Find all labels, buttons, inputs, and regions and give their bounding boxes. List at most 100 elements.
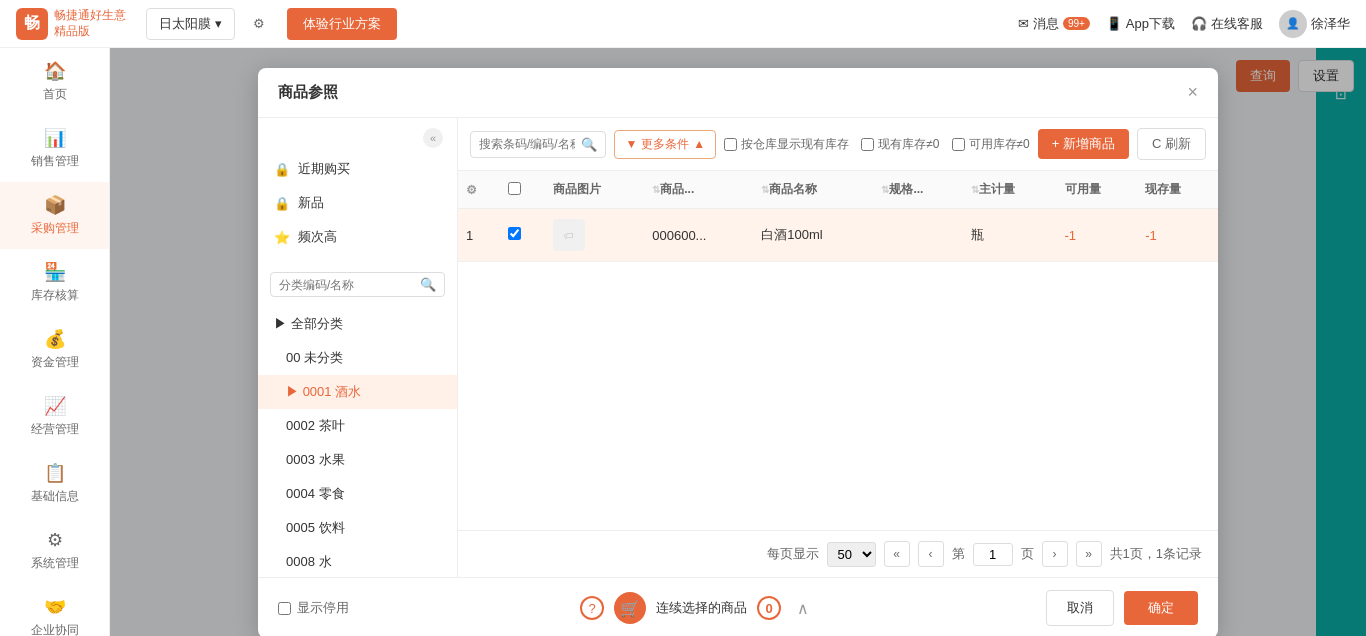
recent-purchases-item[interactable]: 🔒 近期购买 (258, 152, 457, 186)
all-categories-item[interactable]: ▶ 全部分类 (258, 307, 457, 341)
pagination: 每页显示 50 « ‹ 第 页 › » 共1页，1条记录 (458, 530, 1218, 577)
add-product-button[interactable]: + 新增商品 (1038, 129, 1129, 159)
category-item-0003[interactable]: 0003 水果 (258, 443, 457, 477)
cart-toggle-button[interactable]: ∧ (791, 596, 815, 620)
first-page-button[interactable]: « (884, 541, 910, 567)
left-panel: « 🔒 近期购买 🔒 新品 ⭐ 频次高 (258, 118, 458, 577)
content-area: 查询 设置 商品参照 × « (110, 48, 1366, 636)
row-checkbox[interactable] (500, 209, 545, 262)
modal-footer: 显示停用 ? 🛒 连续选择的商品 0 ∧ 取消 确定 (258, 577, 1218, 636)
inventory-icon: 🏪 (44, 261, 66, 283)
col-spec[interactable]: ⇅规格... (873, 171, 963, 209)
logo-text: 畅捷通好生意 精品版 (54, 8, 126, 39)
headset-icon: 🎧 (1191, 16, 1207, 31)
footer-left: 显示停用 (278, 599, 349, 617)
row-spec (873, 209, 963, 262)
cart-button[interactable]: 🛒 (614, 592, 646, 624)
col-name[interactable]: ⇅商品名称 (753, 171, 873, 209)
message-item[interactable]: ✉ 消息 99+ (1018, 15, 1090, 33)
col-stock: 现存量 (1137, 171, 1218, 209)
modal-close-button[interactable]: × (1187, 82, 1198, 103)
refresh-button[interactable]: C 刷新 (1137, 128, 1206, 160)
product-table-container: ⚙ 商品图片 ⇅商品... ⇅商品名称 ⇅规格... ⇅主计量 可用量 现存量 (458, 171, 1218, 530)
cancel-button[interactable]: 取消 (1046, 590, 1114, 626)
cart-icon: 🛒 (620, 599, 640, 618)
col-unit[interactable]: ⇅主计量 (963, 171, 1056, 209)
stock-ne0-checkbox[interactable]: 现有库存≠0 (861, 136, 939, 153)
company-select[interactable]: 日太阳膜 ▾ (146, 8, 235, 40)
phone-icon: 📱 (1106, 16, 1122, 31)
collapse-button[interactable]: « (423, 128, 443, 148)
category-item-00[interactable]: 00 未分类 (258, 341, 457, 375)
row-stock: -1 (1137, 209, 1218, 262)
experience-btn[interactable]: 体验行业方案 (287, 8, 397, 40)
product-search-box[interactable]: 🔍 (470, 131, 606, 158)
right-panel: 🔍 ▼ 更多条件 ▲ 按仓库显示现有库存 (458, 118, 1218, 577)
col-code[interactable]: ⇅商品... (644, 171, 753, 209)
sidebar-item-sales[interactable]: 📊 销售管理 (0, 115, 109, 182)
footer-action-buttons: 取消 确定 (1046, 590, 1198, 626)
col-settings[interactable]: ⚙ (458, 171, 500, 209)
sidebar-item-purchase[interactable]: 📦 采购管理 (0, 182, 109, 249)
sidebar-item-home[interactable]: 🏠 首页 (0, 48, 109, 115)
new-icon: 🔒 (274, 196, 290, 211)
message-badge: 99+ (1063, 17, 1090, 30)
filter-icon: ▼ (625, 137, 637, 151)
category-search-input[interactable] (279, 278, 420, 292)
sidebar-item-business[interactable]: 📈 经营管理 (0, 383, 109, 450)
chevron-down-icon: ▾ (215, 16, 222, 31)
category-search-box[interactable]: 🔍 (270, 272, 445, 297)
sidebar-item-collab[interactable]: 🤝 企业协同 (0, 584, 109, 636)
show-disabled-checkbox[interactable]: 显示停用 (278, 599, 349, 617)
category-item-0008[interactable]: 0008 水 (258, 545, 457, 577)
filter-button[interactable]: ▼ 更多条件 ▲ (614, 130, 716, 159)
confirm-button[interactable]: 确定 (1124, 591, 1198, 625)
sidebar-item-system[interactable]: ⚙ 系统管理 (0, 517, 109, 584)
last-page-button[interactable]: » (1076, 541, 1102, 567)
row-available: -1 (1057, 209, 1138, 262)
app-download-item[interactable]: 📱 App下载 (1106, 15, 1175, 33)
help-button[interactable]: ? (580, 596, 604, 620)
logo-icon: 畅 (16, 8, 48, 40)
frequent-item[interactable]: ⭐ 频次高 (258, 220, 457, 254)
topbar-right: ✉ 消息 99+ 📱 App下载 🎧 在线客服 👤 徐泽华 (1018, 10, 1350, 38)
footer-cart-area: ? 🛒 连续选择的商品 0 ∧ (580, 592, 815, 624)
category-item-0005[interactable]: 0005 饮料 (258, 511, 457, 545)
category-item-0001[interactable]: ▶ 0001 酒水 (258, 375, 457, 409)
service-item[interactable]: 🎧 在线客服 (1191, 15, 1263, 33)
recent-icon: 🔒 (274, 162, 290, 177)
collab-icon: 🤝 (44, 596, 66, 618)
star-icon: ⭐ (274, 230, 290, 245)
category-item-0002[interactable]: 0002 茶叶 (258, 409, 457, 443)
warehouse-display-checkbox[interactable]: 按仓库显示现有库存 (724, 136, 849, 153)
sidebar: 🏠 首页 📊 销售管理 📦 采购管理 🏪 库存核算 💰 资金管理 📈 经营管理 … (0, 48, 110, 636)
main-layout: 🏠 首页 📊 销售管理 📦 采购管理 🏪 库存核算 💰 资金管理 📈 经营管理 … (0, 48, 1366, 636)
system-icon: ⚙ (47, 529, 63, 551)
logo: 畅 畅捷通好生意 精品版 (16, 8, 126, 40)
search-icon[interactable]: 🔍 (420, 277, 436, 292)
table-row[interactable]: 1 🏷 000600... 白酒100ml 瓶 -1 -1 (458, 209, 1218, 262)
available-ne0-checkbox[interactable]: 可用库存≠0 (952, 136, 1030, 153)
settings-icon[interactable]: ⚙ (243, 8, 275, 40)
per-page-select[interactable]: 50 (827, 542, 876, 567)
sidebar-item-basic[interactable]: 📋 基础信息 (0, 450, 109, 517)
user-item[interactable]: 👤 徐泽华 (1279, 10, 1350, 38)
purchase-icon: 📦 (44, 194, 66, 216)
page-input[interactable] (973, 543, 1013, 566)
business-icon: 📈 (44, 395, 66, 417)
row-image: 🏷 (545, 209, 644, 262)
col-image: 商品图片 (545, 171, 644, 209)
new-products-item[interactable]: 🔒 新品 (258, 186, 457, 220)
col-checkbox[interactable] (500, 171, 545, 209)
sidebar-item-inventory[interactable]: 🏪 库存核算 (0, 249, 109, 316)
sidebar-item-finance[interactable]: 💰 资金管理 (0, 316, 109, 383)
prev-page-button[interactable]: ‹ (918, 541, 944, 567)
category-item-0004[interactable]: 0004 零食 (258, 477, 457, 511)
modal-header: 商品参照 × (258, 68, 1218, 118)
table-header-row: ⚙ 商品图片 ⇅商品... ⇅商品名称 ⇅规格... ⇅主计量 可用量 现存量 (458, 171, 1218, 209)
next-page-button[interactable]: › (1042, 541, 1068, 567)
search-icon[interactable]: 🔍 (581, 137, 597, 152)
cart-count: 0 (757, 596, 781, 620)
product-search-input[interactable] (479, 137, 575, 151)
product-image: 🏷 (553, 219, 585, 251)
